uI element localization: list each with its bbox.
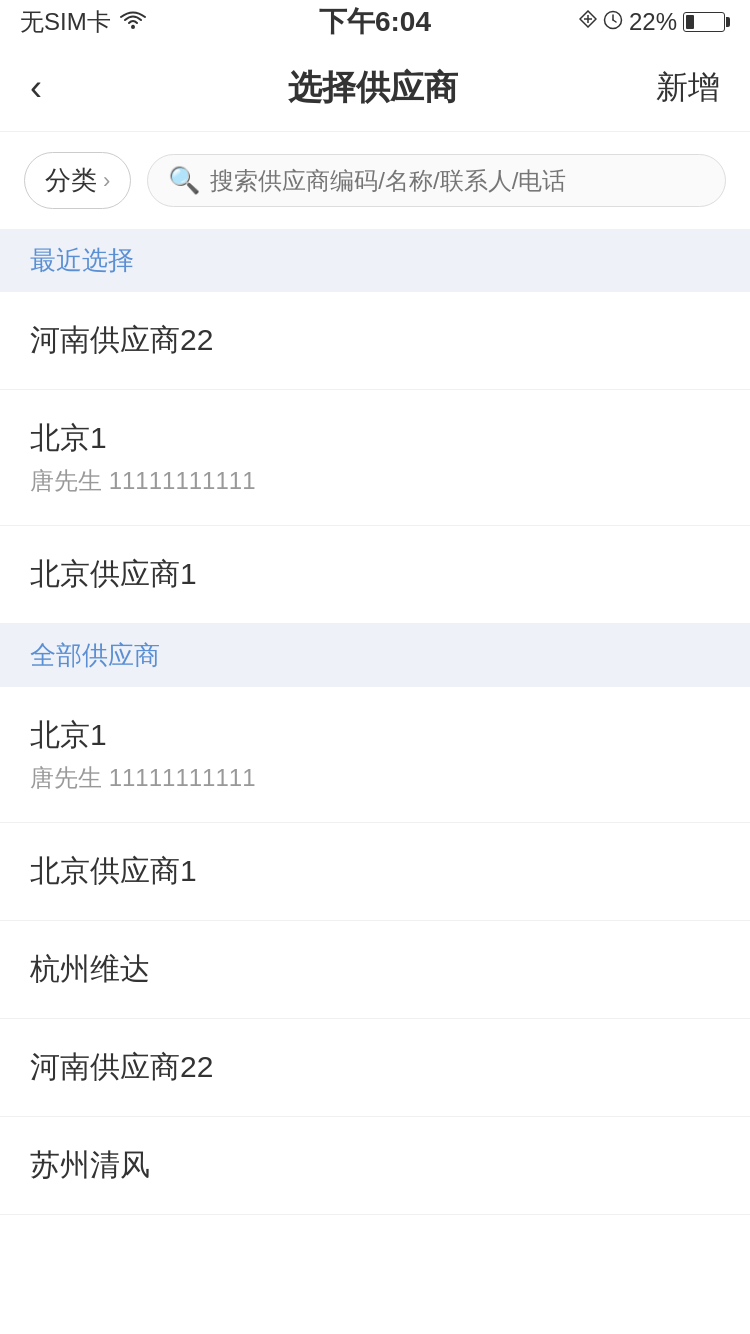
item-name: 北京供应商1 (30, 554, 720, 595)
category-label: 分类 (45, 163, 97, 198)
battery-icon (683, 12, 730, 32)
status-right: 22% (579, 8, 730, 36)
list-item[interactable]: 河南供应商22 (0, 292, 750, 390)
page-title: 选择供应商 (288, 65, 458, 111)
search-icon: 🔍 (168, 165, 200, 196)
location-icon (579, 8, 597, 36)
list-item[interactable]: 北京供应商1 (0, 823, 750, 921)
category-button[interactable]: 分类 › (24, 152, 131, 209)
item-name: 苏州清风 (30, 1145, 720, 1186)
all-items-list: 北京1 唐先生 11111111111 北京供应商1 杭州维达河南供应商22 苏州清风 (0, 687, 750, 1215)
item-name: 北京供应商1 (30, 851, 720, 892)
clock-icon (603, 8, 623, 36)
item-detail: 唐先生 11111111111 (30, 465, 720, 497)
list-item[interactable]: 苏州清风 (0, 1117, 750, 1215)
item-name: 河南供应商22 (30, 320, 720, 361)
filter-bar: 分类 › 🔍 (0, 132, 750, 229)
list-item[interactable]: 北京1 唐先生 11111111111 (0, 687, 750, 823)
chevron-right-icon: › (103, 168, 110, 194)
recent-section-label: 最近选择 (30, 245, 134, 275)
item-name: 北京1 (30, 418, 720, 459)
status-left: 无SIM卡 (20, 6, 147, 38)
all-section-header: 全部供应商 (0, 624, 750, 687)
recent-section-header: 最近选择 (0, 229, 750, 292)
search-box: 🔍 (147, 154, 726, 207)
carrier-text: 无SIM卡 (20, 6, 111, 38)
item-name: 杭州维达 (30, 949, 720, 990)
battery-percent: 22% (629, 8, 677, 36)
status-time: 下午6:04 (319, 3, 431, 41)
nav-bar: ‹ 选择供应商 新增 (0, 44, 750, 132)
item-name: 河南供应商22 (30, 1047, 720, 1088)
list-item[interactable]: 河南供应商22 (0, 1019, 750, 1117)
svg-point-0 (131, 25, 135, 29)
add-button[interactable]: 新增 (656, 66, 720, 110)
status-bar: 无SIM卡 下午6:04 (0, 0, 750, 44)
recent-items-list: 河南供应商22 北京1 唐先生 11111111111 北京供应商1 (0, 292, 750, 624)
item-name: 北京1 (30, 715, 720, 756)
wifi-icon (119, 8, 147, 36)
all-section-label: 全部供应商 (30, 640, 160, 670)
back-button[interactable]: ‹ (30, 67, 90, 109)
list-item[interactable]: 杭州维达 (0, 921, 750, 1019)
search-input[interactable] (210, 167, 705, 195)
list-item[interactable]: 北京1 唐先生 11111111111 (0, 390, 750, 526)
item-detail: 唐先生 11111111111 (30, 762, 720, 794)
list-item[interactable]: 北京供应商1 (0, 526, 750, 624)
svg-line-3 (613, 20, 616, 22)
